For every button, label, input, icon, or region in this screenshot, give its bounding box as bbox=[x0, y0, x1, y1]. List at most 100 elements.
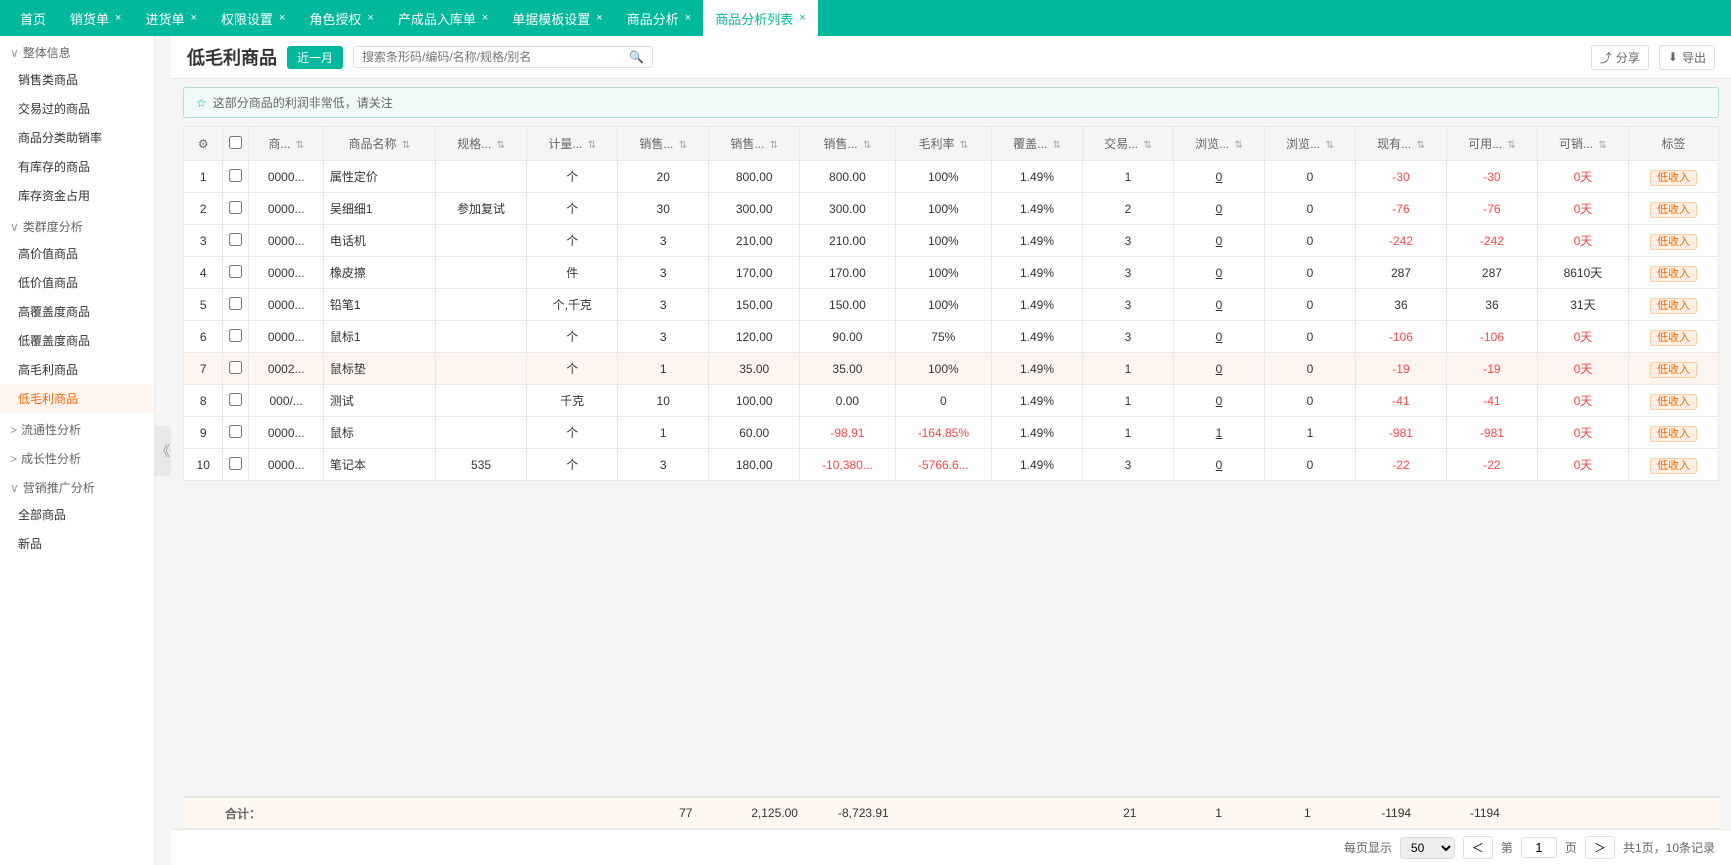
col-saleable[interactable]: 可销... ⇅ bbox=[1537, 127, 1628, 161]
cell-view1[interactable]: 0 bbox=[1174, 449, 1265, 481]
sidebar-item-low-margin[interactable]: 低毛利商品 bbox=[0, 384, 154, 413]
page-size-select[interactable]: 50 100 200 bbox=[1400, 837, 1455, 859]
sidebar-item-low-coverage[interactable]: 低覆盖度商品 bbox=[0, 326, 154, 355]
cell-view1[interactable]: 0 bbox=[1174, 353, 1265, 385]
col-settings[interactable]: ⚙ bbox=[184, 127, 223, 161]
cell-view1[interactable]: 0 bbox=[1174, 321, 1265, 353]
cell-name[interactable]: 鼠标1 bbox=[323, 321, 435, 353]
nav-analysis-list-close[interactable]: × bbox=[799, 12, 805, 24]
share-button[interactable]: ⤴ 分享 bbox=[1591, 45, 1649, 70]
cell-name[interactable]: 铅笔1 bbox=[323, 289, 435, 321]
sidebar-group-marketing[interactable]: ∨ 营销推广分析 bbox=[0, 471, 154, 500]
nav-template[interactable]: 单据模板设置 × bbox=[500, 0, 614, 36]
cell-view1[interactable]: 0 bbox=[1174, 385, 1265, 417]
sidebar-group-growth[interactable]: > 成长性分析 bbox=[0, 442, 154, 471]
col-code[interactable]: 商... ⇅ bbox=[249, 127, 323, 161]
col-available[interactable]: 可用... ⇅ bbox=[1446, 127, 1537, 161]
sidebar-group-cluster[interactable]: ∨ 类群度分析 bbox=[0, 210, 154, 239]
select-all-checkbox[interactable] bbox=[229, 136, 242, 149]
cell-coverage: 1.49% bbox=[992, 353, 1083, 385]
col-view1[interactable]: 浏览... ⇅ bbox=[1174, 127, 1265, 161]
current-page-input[interactable] bbox=[1521, 837, 1557, 858]
cell-view2: 0 bbox=[1264, 449, 1355, 481]
cell-view1[interactable]: 0 bbox=[1174, 289, 1265, 321]
row-checkbox[interactable] bbox=[229, 425, 242, 438]
sidebar-group-overview[interactable]: ∨ 整体信息 bbox=[0, 36, 154, 65]
cell-name[interactable]: 橡皮擦 bbox=[323, 257, 435, 289]
nav-role-close[interactable]: × bbox=[367, 12, 373, 24]
sidebar-item-new-products[interactable]: 新品 bbox=[0, 529, 154, 558]
cell-view1[interactable]: 0 bbox=[1174, 257, 1265, 289]
prev-page-button[interactable]: ＜ bbox=[1463, 836, 1493, 859]
nav-sales-close[interactable]: × bbox=[115, 12, 121, 24]
row-checkbox[interactable] bbox=[229, 169, 242, 182]
nav-product-in[interactable]: 产成品入库单 × bbox=[386, 0, 500, 36]
cell-name[interactable]: 鼠标 bbox=[323, 417, 435, 449]
search-icon[interactable]: 🔍 bbox=[629, 50, 644, 64]
col-transaction[interactable]: 交易... ⇅ bbox=[1083, 127, 1174, 161]
export-button[interactable]: ⬇ 导出 bbox=[1659, 45, 1715, 70]
cell-unit: 个 bbox=[527, 193, 618, 225]
sidebar-item-category-rate[interactable]: 商品分类助销率 bbox=[0, 123, 154, 152]
col-sales-qty[interactable]: 销售... ⇅ bbox=[618, 127, 709, 161]
nav-product-analysis[interactable]: 商品分析 × bbox=[615, 0, 703, 36]
cell-view1[interactable]: 0 bbox=[1174, 193, 1265, 225]
sidebar-collapse-button[interactable]: 《 bbox=[155, 426, 171, 476]
cell-name[interactable]: 属性定价 bbox=[323, 161, 435, 193]
sidebar-item-high-coverage[interactable]: 高覆盖度商品 bbox=[0, 297, 154, 326]
nav-template-close[interactable]: × bbox=[596, 12, 602, 24]
sidebar-group-flow[interactable]: > 流通性分析 bbox=[0, 413, 154, 442]
cell-saleable: 8610天 bbox=[1537, 257, 1628, 289]
cell-gross-margin: 0 bbox=[895, 385, 991, 417]
col-name[interactable]: 商品名称 ⇅ bbox=[323, 127, 435, 161]
col-current-stock[interactable]: 现有... ⇅ bbox=[1355, 127, 1446, 161]
table-row: 9 0000... 鼠标 个 1 60.00 -98.91 -164.85% 1… bbox=[184, 417, 1719, 449]
col-unit[interactable]: 计量... ⇅ bbox=[527, 127, 618, 161]
col-view2[interactable]: 浏览... ⇅ bbox=[1264, 127, 1355, 161]
search-input[interactable] bbox=[362, 50, 625, 64]
col-sales-amount[interactable]: 销售... ⇅ bbox=[709, 127, 800, 161]
row-checkbox[interactable] bbox=[229, 457, 242, 470]
col-gross-margin[interactable]: 毛利率 ⇅ bbox=[895, 127, 991, 161]
cell-name[interactable]: 测试 bbox=[323, 385, 435, 417]
nav-role[interactable]: 角色授权 × bbox=[297, 0, 385, 36]
nav-sales[interactable]: 销货单 × bbox=[58, 0, 133, 36]
sidebar-item-capital[interactable]: 库存资金占用 bbox=[0, 181, 154, 210]
sidebar-item-all-products[interactable]: 全部商品 bbox=[0, 500, 154, 529]
next-page-button[interactable]: ＞ bbox=[1585, 836, 1615, 859]
sidebar-item-high-margin[interactable]: 高毛利商品 bbox=[0, 355, 154, 384]
cell-view1[interactable]: 1 bbox=[1174, 417, 1265, 449]
nav-purchase[interactable]: 进货单 × bbox=[133, 0, 208, 36]
sidebar-item-in-stock[interactable]: 有库存的商品 bbox=[0, 152, 154, 181]
nav-analysis-close[interactable]: × bbox=[685, 12, 691, 24]
cell-name[interactable]: 电话机 bbox=[323, 225, 435, 257]
row-checkbox[interactable] bbox=[229, 233, 242, 246]
cell-name[interactable]: 笔记本 bbox=[323, 449, 435, 481]
date-filter-button[interactable]: 近一月 bbox=[287, 46, 343, 69]
row-checkbox[interactable] bbox=[229, 265, 242, 278]
sidebar-item-sales-products[interactable]: 销售类商品 bbox=[0, 65, 154, 94]
row-checkbox[interactable] bbox=[229, 361, 242, 374]
row-checkbox[interactable] bbox=[229, 201, 242, 214]
nav-home[interactable]: 首页 bbox=[8, 0, 58, 36]
cell-name[interactable]: 吴细细1 bbox=[323, 193, 435, 225]
col-spec[interactable]: 规格... ⇅ bbox=[435, 127, 526, 161]
col-coverage[interactable]: 覆盖... ⇅ bbox=[992, 127, 1083, 161]
row-checkbox[interactable] bbox=[229, 329, 242, 342]
sidebar-item-high-value[interactable]: 高价值商品 bbox=[0, 239, 154, 268]
col-sales-profit[interactable]: 销售... ⇅ bbox=[800, 127, 895, 161]
col-tag[interactable]: 标签 bbox=[1628, 127, 1718, 161]
row-checkbox[interactable] bbox=[229, 393, 242, 406]
sidebar-item-traded-products[interactable]: 交易过的商品 bbox=[0, 94, 154, 123]
nav-product-analysis-list[interactable]: 商品分析列表 × bbox=[703, 0, 817, 36]
sidebar-item-low-value[interactable]: 低价值商品 bbox=[0, 268, 154, 297]
nav-permission-close[interactable]: × bbox=[279, 12, 285, 24]
cell-view1[interactable]: 0 bbox=[1174, 225, 1265, 257]
nav-permission[interactable]: 权限设置 × bbox=[209, 0, 297, 36]
nav-product-in-close[interactable]: × bbox=[482, 12, 488, 24]
nav-purchase-close[interactable]: × bbox=[190, 12, 196, 24]
cell-view1[interactable]: 0 bbox=[1174, 161, 1265, 193]
cell-checkbox bbox=[223, 385, 249, 417]
row-checkbox[interactable] bbox=[229, 297, 242, 310]
cell-name[interactable]: 鼠标垫 bbox=[323, 353, 435, 385]
